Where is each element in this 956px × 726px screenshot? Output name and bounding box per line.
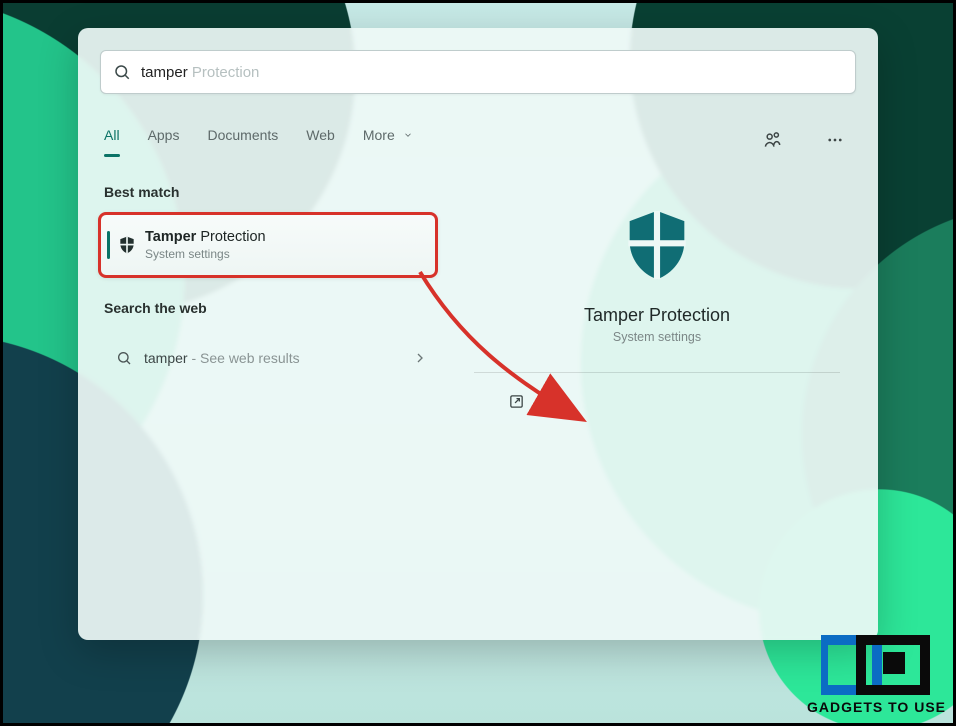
search-icon xyxy=(116,350,132,366)
open-external-icon xyxy=(508,393,525,410)
watermark: GADGETS TO USE xyxy=(807,634,946,714)
shield-icon xyxy=(616,204,698,286)
best-match-subtitle: System settings xyxy=(145,247,421,261)
chevron-right-icon xyxy=(412,350,428,366)
best-match-title: Tamper Protection xyxy=(145,229,421,245)
tab-apps[interactable]: Apps xyxy=(148,127,180,153)
tab-documents[interactable]: Documents xyxy=(207,127,278,153)
people-icon xyxy=(763,130,783,150)
start-search-window: tamper Protection All Apps Documents Web… xyxy=(78,28,878,640)
best-match-result[interactable]: Tamper Protection System settings xyxy=(98,212,438,278)
selection-accent xyxy=(107,231,110,259)
tab-all[interactable]: All xyxy=(104,127,120,153)
options-button[interactable] xyxy=(818,123,852,157)
open-action[interactable]: Open xyxy=(456,373,858,410)
watermark-logo xyxy=(821,634,933,696)
more-horizontal-icon xyxy=(826,131,844,149)
group-heading-search-web: Search the web xyxy=(104,300,438,316)
open-label: Open xyxy=(537,394,570,409)
tab-web[interactable]: Web xyxy=(306,127,335,153)
watermark-text: GADGETS TO USE xyxy=(807,700,946,714)
preview-title: Tamper Protection xyxy=(456,305,858,326)
web-search-result[interactable]: tamper - See web results xyxy=(98,338,438,378)
account-icon-button[interactable] xyxy=(756,123,790,157)
tab-more[interactable]: More xyxy=(363,127,413,153)
search-query: tamper Protection xyxy=(141,64,259,81)
shield-icon xyxy=(117,235,137,255)
search-input[interactable]: tamper Protection xyxy=(100,50,856,94)
group-heading-best-match: Best match xyxy=(104,184,438,200)
web-search-term: tamper - See web results xyxy=(144,350,300,366)
search-icon xyxy=(113,63,131,81)
preview-subtitle: System settings xyxy=(456,330,858,344)
result-preview-pane: Tamper Protection System settings Open xyxy=(456,178,858,622)
chevron-down-icon xyxy=(403,130,413,140)
filter-tabs: All Apps Documents Web More xyxy=(104,120,852,160)
